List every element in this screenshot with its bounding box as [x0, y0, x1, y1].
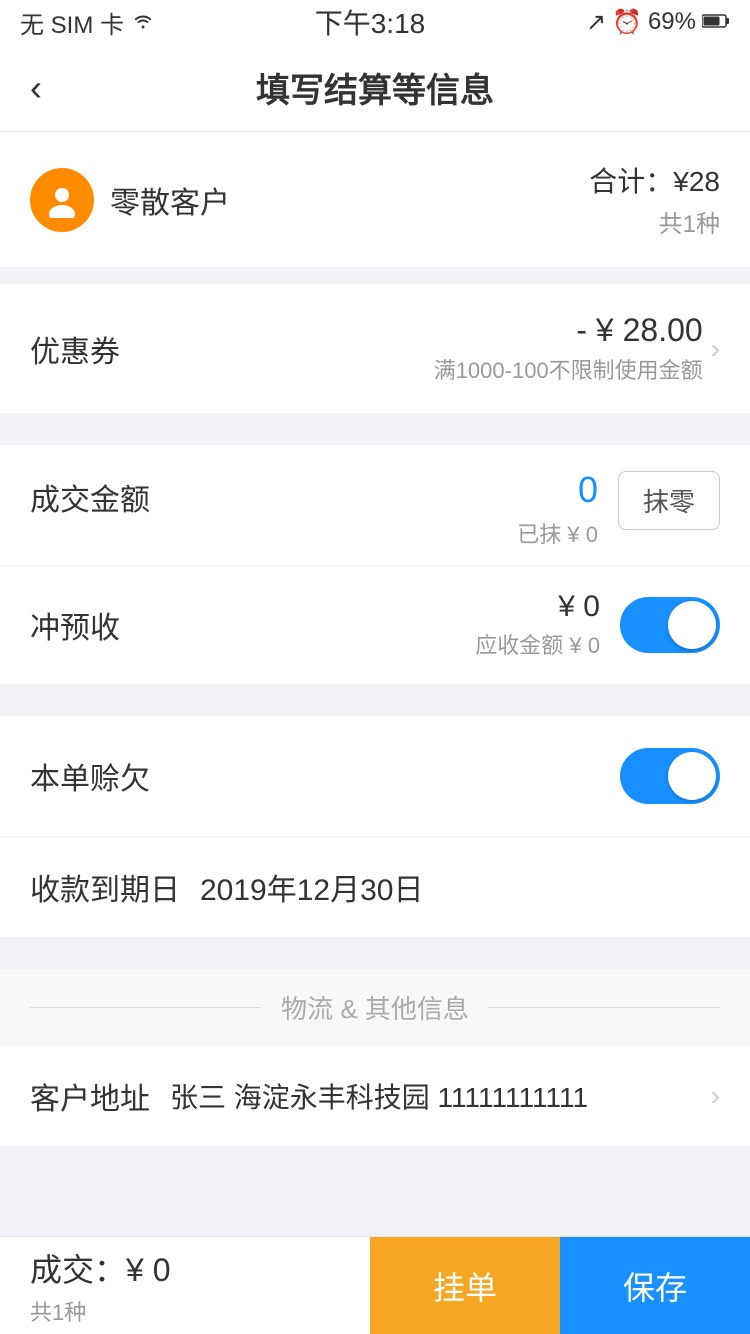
coupon-desc: 满1000-100不限制使用金额: [434, 353, 703, 385]
address-label: 客户地址: [30, 1074, 150, 1118]
bottom-count: 共1种: [30, 1295, 340, 1327]
bottom-deal: 成交：¥ 0: [30, 1245, 340, 1291]
prepay-row: 冲预收 ¥ 0 应收金额 ¥ 0: [0, 566, 750, 684]
customer-count: 共1种: [589, 204, 720, 239]
wifi-icon: [132, 8, 154, 36]
alarm-icon: ⏰: [612, 8, 642, 37]
toggle-knob: [668, 601, 716, 649]
customer-avatar: [30, 168, 94, 232]
bottom-info: 成交：¥ 0 共1种: [0, 1245, 370, 1327]
round-button[interactable]: 抹零: [618, 471, 720, 530]
save-button[interactable]: 保存: [560, 1237, 750, 1334]
battery-label: 69%: [648, 8, 696, 36]
nav-bar: ‹ 填写结算等信息: [0, 44, 750, 132]
carrier-label: 无 SIM 卡: [20, 5, 124, 40]
deal-amount-wrapper: 0 已抹 ¥ 0: [517, 469, 598, 549]
deal-rounded-label: 已抹 ¥ 0: [517, 517, 598, 549]
deal-right: 0 已抹 ¥ 0 抹零: [517, 469, 720, 549]
arrears-row: 本单赊欠: [0, 716, 750, 836]
coupon-label: 优惠券: [30, 327, 120, 371]
status-bar: 无 SIM 卡 下午3:18 ↗ ⏰ 69%: [0, 0, 750, 44]
coupon-right: - ¥ 28.00 满1000-100不限制使用金额 ›: [434, 312, 720, 385]
arrears-toggle-knob: [668, 752, 716, 800]
coupon-value-wrapper: - ¥ 28.00 满1000-100不限制使用金额: [434, 312, 703, 385]
customer-left: 零散客户: [30, 168, 230, 232]
status-time: 下午3:18: [315, 2, 426, 42]
bottom-deal-label: 成交：: [30, 1252, 126, 1288]
duedate-value: 2019年12月30日: [200, 865, 423, 909]
coupon-discount: - ¥ 28.00: [434, 312, 703, 349]
coupon-row[interactable]: 优惠券 - ¥ 28.00 满1000-100不限制使用金额 ›: [0, 284, 750, 413]
back-button[interactable]: ‹: [30, 67, 42, 109]
prepay-receivable: 应收金额 ¥ 0: [475, 628, 600, 660]
customer-name: 零散客户: [110, 178, 230, 222]
bottom-bar: 成交：¥ 0 共1种 挂单 保存: [0, 1236, 750, 1334]
address-section[interactable]: 客户地址 张三 海淀永丰科技园 11111111111 ›: [0, 1046, 750, 1146]
address-value: 张三 海淀永丰科技园 11111111111: [170, 1076, 711, 1116]
chevron-right-icon: ›: [711, 333, 720, 365]
prepay-right: ¥ 0 应收金额 ¥ 0: [475, 590, 720, 660]
bottom-deal-value: ¥ 0: [126, 1252, 170, 1288]
status-right: ↗ ⏰ 69%: [586, 8, 730, 37]
divider-1: [0, 429, 750, 445]
prepay-amount: ¥ 0: [475, 590, 600, 624]
arrears-section: 本单赊欠 收款到期日 2019年12月30日: [0, 716, 750, 937]
page-title: 填写结算等信息: [256, 63, 494, 112]
logistics-text: 物流 & 其他信息: [281, 989, 469, 1026]
coupon-section[interactable]: 优惠券 - ¥ 28.00 满1000-100不限制使用金额 ›: [0, 284, 750, 413]
prepay-label: 冲预收: [30, 603, 120, 647]
address-row[interactable]: 客户地址 张三 海淀永丰科技园 11111111111 ›: [0, 1046, 750, 1146]
location-icon: ↗: [586, 8, 606, 37]
status-left: 无 SIM 卡: [20, 5, 154, 40]
battery-icon: [702, 8, 730, 36]
arrears-toggle[interactable]: [620, 748, 720, 804]
logistics-header: 物流 & 其他信息: [0, 969, 750, 1046]
divider-2: [0, 700, 750, 716]
address-chevron-icon: ›: [711, 1080, 720, 1112]
customer-section: 零散客户 合计：¥28 共1种: [0, 132, 750, 268]
logistics-line-left: [30, 1007, 261, 1008]
deal-amount-section: 成交金额 0 已抹 ¥ 0 抹零 冲预收 ¥ 0 应收金额 ¥ 0: [0, 445, 750, 684]
prepay-toggle[interactable]: [620, 597, 720, 653]
duedate-label: 收款到期日: [30, 865, 180, 909]
prepay-amount-wrapper: ¥ 0 应收金额 ¥ 0: [475, 590, 600, 660]
deal-amount-label: 成交金额: [30, 469, 150, 519]
customer-row: 零散客户 合计：¥28 共1种: [0, 132, 750, 268]
duedate-row: 收款到期日 2019年12月30日: [0, 836, 750, 937]
hang-button[interactable]: 挂单: [370, 1237, 560, 1334]
divider-3: [0, 953, 750, 969]
arrears-label: 本单赊欠: [30, 754, 150, 798]
customer-total: 合计：¥28: [589, 160, 720, 200]
deal-amount-value: 0: [517, 469, 598, 511]
deal-amount-row: 成交金额 0 已抹 ¥ 0 抹零: [0, 445, 750, 566]
customer-right: 合计：¥28 共1种: [589, 160, 720, 239]
logistics-line-right: [489, 1007, 720, 1008]
